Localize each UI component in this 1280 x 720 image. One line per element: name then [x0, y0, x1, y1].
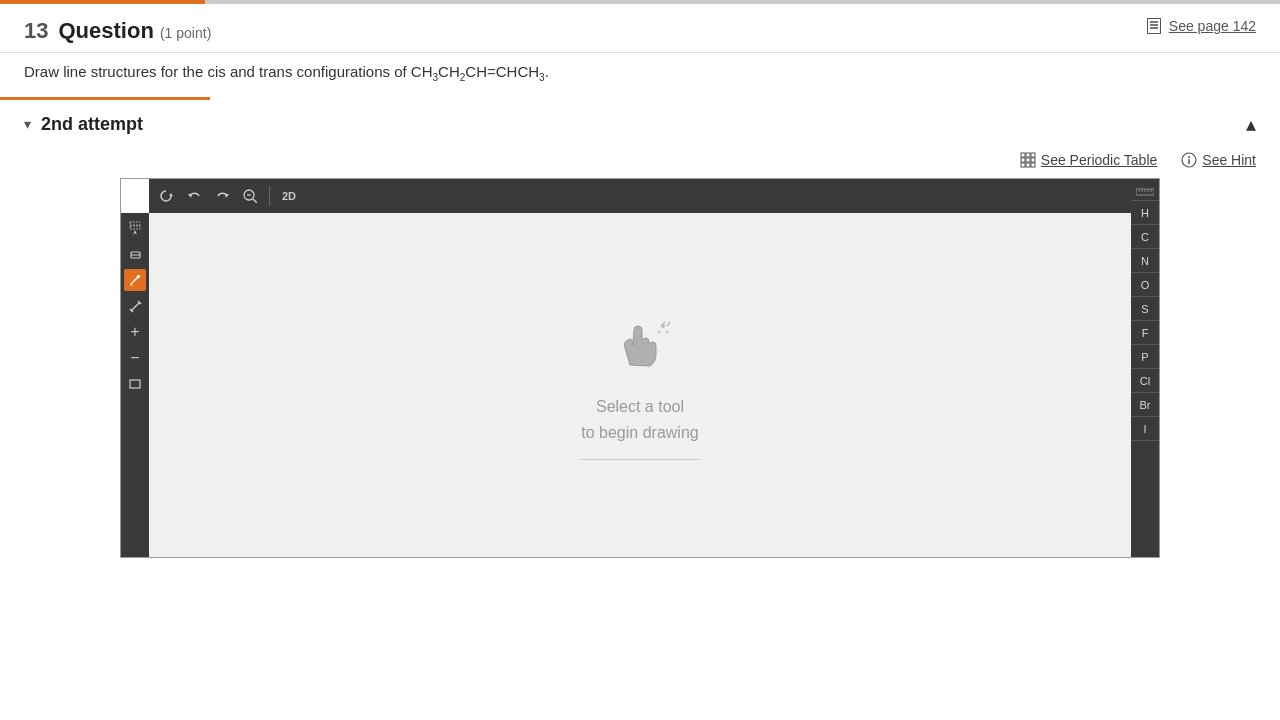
svg-point-10: [1188, 156, 1190, 158]
drawing-area: 2D: [120, 178, 1160, 558]
svg-rect-19: [130, 226, 140, 229]
remove-atom-button[interactable]: −: [124, 347, 146, 369]
svg-rect-2: [1031, 153, 1035, 157]
canvas-icon: [605, 310, 675, 380]
redo-button[interactable]: [211, 185, 233, 207]
page-icon: [1147, 18, 1161, 34]
eraser-tool[interactable]: [124, 243, 146, 265]
attempt-left: ▾ 2nd attempt: [24, 114, 143, 135]
bond-tool[interactable]: [124, 295, 146, 317]
rect-icon: [129, 379, 141, 389]
element-O[interactable]: O: [1131, 273, 1159, 297]
svg-rect-7: [1026, 163, 1030, 167]
attempt-row: ▾ 2nd attempt ▴: [0, 100, 1280, 144]
svg-line-26: [131, 302, 140, 311]
element-Cl[interactable]: Cl: [1131, 369, 1159, 393]
rect-tool[interactable]: [124, 373, 146, 395]
element-P[interactable]: P: [1131, 345, 1159, 369]
draw-tool[interactable]: [124, 269, 146, 291]
svg-point-37: [658, 330, 661, 333]
canvas-divider: [580, 459, 700, 460]
question-text: Draw line structures for the cis and tra…: [24, 63, 1256, 83]
svg-rect-29: [130, 380, 140, 388]
tools-row: See Periodic Table See Hint: [0, 144, 1280, 178]
question-body: Draw line structures for the cis and tra…: [0, 53, 1280, 97]
ruler-icon: [1131, 183, 1159, 201]
select-icon: [129, 221, 141, 235]
canvas-hint: Select a tool to begin drawing: [581, 394, 698, 445]
element-N[interactable]: N: [1131, 249, 1159, 273]
svg-marker-20: [133, 230, 137, 235]
periodic-table-link[interactable]: See Periodic Table: [1020, 152, 1157, 168]
svg-marker-13: [188, 194, 192, 198]
pencil-icon: [129, 274, 141, 286]
collapse-arrow[interactable]: ▴: [1246, 112, 1256, 136]
toolbar-divider: [269, 186, 270, 206]
question-header: 13 Question (1 point) See page 142: [0, 4, 1280, 53]
svg-rect-5: [1031, 158, 1035, 162]
svg-rect-0: [1021, 153, 1025, 157]
undo-button[interactable]: [183, 185, 205, 207]
question-number: 13: [24, 18, 48, 44]
element-C[interactable]: C: [1131, 225, 1159, 249]
refresh-icon: [159, 189, 173, 203]
svg-rect-3: [1021, 158, 1025, 162]
question-points: (1 point): [160, 25, 211, 41]
svg-marker-14: [225, 194, 229, 198]
element-H[interactable]: H: [1131, 201, 1159, 225]
attempt-label: 2nd attempt: [41, 114, 143, 135]
svg-rect-6: [1021, 163, 1025, 167]
hint-icon: [1181, 152, 1197, 168]
toolbar-top: 2D: [149, 179, 1131, 213]
svg-marker-12: [169, 193, 173, 196]
chevron-icon[interactable]: ▾: [24, 116, 31, 132]
bond-icon: [129, 300, 142, 313]
ruler-svg: [1136, 187, 1154, 197]
2d-button[interactable]: 2D: [278, 185, 300, 207]
svg-line-40: [667, 322, 670, 326]
svg-rect-1: [1026, 153, 1030, 157]
select-tool[interactable]: [124, 217, 146, 239]
element-I[interactable]: I: [1131, 417, 1159, 441]
canvas-area[interactable]: Select a tool to begin drawing: [149, 213, 1131, 557]
svg-line-17: [253, 199, 257, 203]
eraser-icon: [129, 248, 142, 261]
zoom-out-icon: [243, 189, 257, 203]
redo-icon: [216, 190, 229, 203]
element-S[interactable]: S: [1131, 297, 1159, 321]
toolbar-left: + −: [121, 213, 149, 557]
zoom-out-button[interactable]: [239, 185, 261, 207]
question-label: Question (1 point): [58, 18, 211, 44]
element-Br[interactable]: Br: [1131, 393, 1159, 417]
elements-panel: H C N O S F P Cl Br I: [1131, 179, 1159, 557]
svg-rect-4: [1026, 158, 1030, 162]
question-title-area: 13 Question (1 point): [24, 18, 211, 44]
see-page-link[interactable]: See page 142: [1147, 18, 1256, 34]
clear-button[interactable]: [155, 185, 177, 207]
svg-marker-24: [130, 284, 133, 286]
element-F[interactable]: F: [1131, 321, 1159, 345]
svg-rect-18: [130, 222, 140, 225]
hint-link[interactable]: See Hint: [1181, 152, 1256, 168]
periodic-table-icon: [1020, 152, 1036, 168]
undo-icon: [188, 190, 201, 203]
svg-point-38: [666, 330, 669, 333]
hand-pointer-icon: [605, 310, 675, 380]
add-atom-button[interactable]: +: [124, 321, 146, 343]
svg-rect-8: [1031, 163, 1035, 167]
